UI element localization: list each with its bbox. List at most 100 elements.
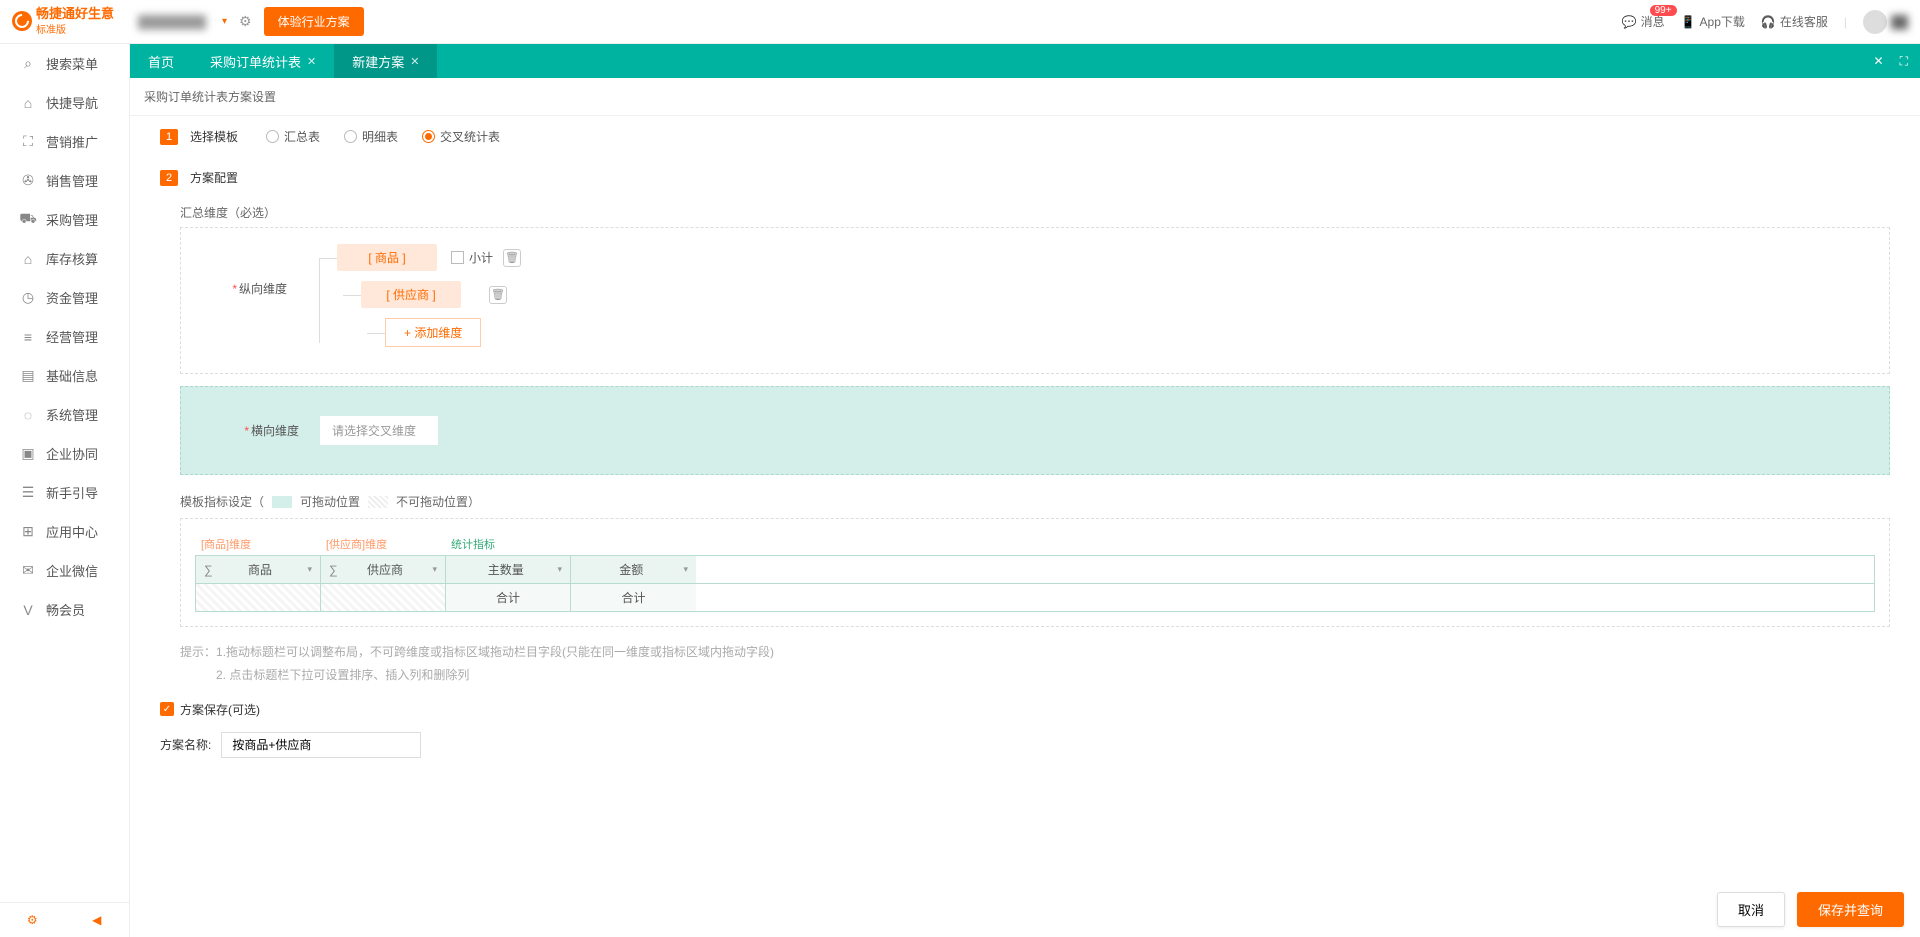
plan-name-input[interactable] bbox=[221, 732, 421, 758]
tab-close-icon[interactable]: ✕ bbox=[307, 55, 316, 68]
tpl-col-1[interactable]: ∑供应商▾ bbox=[321, 556, 446, 583]
step2-title: 方案配置 bbox=[190, 169, 238, 186]
sidebar-collapse-icon[interactable]: ◀ bbox=[65, 903, 130, 937]
chevron-down-icon[interactable]: ▾ bbox=[432, 564, 437, 575]
save-section: ✓ 方案保存(可选) 方案名称: bbox=[130, 687, 1920, 838]
step1-row: 1 选择模板 汇总表 明细表 交叉统计表 bbox=[130, 116, 1920, 157]
sidebar-item-1[interactable]: ⌂快捷导航 bbox=[0, 83, 129, 122]
tpl-col-2[interactable]: 主数量▾ bbox=[446, 556, 571, 583]
legend-nondraggable-icon bbox=[368, 496, 388, 508]
logo-text: 畅捷通好生意 bbox=[36, 7, 114, 21]
user-menu[interactable]: ██ bbox=[1863, 10, 1908, 34]
template-radio-group: 汇总表 明细表 交叉统计表 bbox=[266, 128, 500, 145]
tab-fullscreen-icon[interactable]: ⛶ bbox=[1896, 50, 1912, 73]
tab-close-all-icon[interactable]: ✕ bbox=[1870, 50, 1888, 72]
sidebar-icon: ✉ bbox=[20, 563, 36, 579]
checkbox-icon bbox=[451, 251, 464, 264]
template-indicator-label: 模板指标设定（ 可拖动位置 不可拖动位置） bbox=[180, 493, 1890, 510]
sidebar-item-4[interactable]: ⛟采购管理 bbox=[0, 200, 129, 239]
sidebar-item-11[interactable]: ☰新手引导 bbox=[0, 473, 129, 512]
sum-cell-amount: 合计 bbox=[571, 584, 696, 611]
sidebar-icon: ◷ bbox=[20, 290, 36, 306]
step1-title: 选择模板 bbox=[190, 128, 238, 145]
sidebar-item-8[interactable]: ▤基础信息 bbox=[0, 356, 129, 395]
tab-1[interactable]: 采购订单统计表✕ bbox=[192, 44, 334, 78]
tab-2[interactable]: 新建方案✕ bbox=[334, 44, 437, 78]
sidebar-item-13[interactable]: ✉企业微信 bbox=[0, 551, 129, 590]
template-radio-0[interactable]: 汇总表 bbox=[266, 128, 320, 145]
sidebar-item-0[interactable]: ⌕搜索菜单 bbox=[0, 44, 129, 83]
sidebar-item-2[interactable]: ⛶营销推广 bbox=[0, 122, 129, 161]
template-radio-2[interactable]: 交叉统计表 bbox=[422, 128, 500, 145]
sigma-icon: ∑ bbox=[204, 563, 213, 577]
online-service-link[interactable]: 🎧 在线客服 bbox=[1761, 13, 1828, 30]
logo-subtitle: 标准版 bbox=[36, 21, 114, 36]
sidebar-item-3[interactable]: ✇销售管理 bbox=[0, 161, 129, 200]
chevron-down-icon[interactable]: ▾ bbox=[307, 564, 312, 575]
template-sum-row: 合计 合计 bbox=[195, 584, 1875, 612]
sidebar-icon: ≡ bbox=[20, 329, 36, 345]
company-selector[interactable]: ████████ bbox=[130, 15, 214, 29]
sidebar-icon: ▣ bbox=[20, 446, 36, 462]
avatar-icon bbox=[1863, 10, 1887, 34]
cancel-button[interactable]: 取消 bbox=[1717, 892, 1785, 927]
delete-dim-supplier-icon[interactable]: 🗑 bbox=[489, 286, 507, 304]
tab-0[interactable]: 首页 bbox=[130, 44, 192, 78]
tpl-group-product: [商品]维度 bbox=[195, 533, 320, 555]
settings-gear-icon[interactable]: ⚙ bbox=[239, 13, 252, 30]
save-query-button[interactable]: 保存并查询 bbox=[1797, 892, 1904, 927]
step1-number: 1 bbox=[160, 129, 178, 145]
tpl-group-stat: 统计指标 bbox=[445, 533, 695, 555]
messages-link[interactable]: 💬 消息 99+ bbox=[1622, 13, 1665, 30]
save-plan-checkbox[interactable]: ✓ 方案保存(可选) bbox=[160, 701, 1890, 718]
add-dimension-button[interactable]: + 添加维度 bbox=[385, 318, 481, 347]
template-layout-area: [商品]维度 [供应商]维度 统计指标 ∑商品▾∑供应商▾主数量▾金额▾ 合计 … bbox=[180, 518, 1890, 627]
sum-cell-blank1 bbox=[196, 584, 321, 611]
tab-close-icon[interactable]: ✕ bbox=[410, 55, 419, 68]
main-content: 采购订单统计表方案设置 1 选择模板 汇总表 明细表 交叉统计表 2 方案配置 汇总… bbox=[130, 78, 1920, 937]
sidebar-item-14[interactable]: V畅会员 bbox=[0, 590, 129, 629]
template-header-row: ∑商品▾∑供应商▾主数量▾金额▾ bbox=[195, 555, 1875, 584]
chevron-down-icon[interactable]: ▾ bbox=[557, 564, 562, 575]
cross-dim-select[interactable]: 请选择交叉维度 bbox=[319, 415, 439, 446]
sidebar-icon: ▤ bbox=[20, 368, 36, 384]
logo[interactable]: 畅捷通好生意 标准版 bbox=[12, 7, 130, 36]
sidebar-item-5[interactable]: ⌂库存核算 bbox=[0, 239, 129, 278]
headset-icon: 🎧 bbox=[1761, 15, 1776, 29]
chevron-down-icon[interactable]: ▾ bbox=[683, 564, 688, 575]
plan-name-label: 方案名称: bbox=[160, 736, 211, 753]
subtotal-checkbox[interactable]: 小计 bbox=[451, 249, 493, 266]
dim-chip-supplier[interactable]: [ 供应商 ] bbox=[361, 281, 461, 308]
message-icon: 💬 bbox=[1622, 15, 1637, 29]
step2-number: 2 bbox=[160, 170, 178, 186]
phone-icon: 📱 bbox=[1681, 15, 1696, 29]
sidebar-icon: ⌂ bbox=[20, 251, 36, 267]
app-download-link[interactable]: 📱 App下载 bbox=[1681, 13, 1745, 30]
sidebar-icon: ◌ bbox=[20, 407, 36, 423]
delete-dim-product-icon[interactable]: 🗑 bbox=[503, 249, 521, 267]
sidebar-item-12[interactable]: ⊞应用中心 bbox=[0, 512, 129, 551]
tpl-col-0[interactable]: ∑商品▾ bbox=[196, 556, 321, 583]
legend-draggable-icon bbox=[272, 496, 292, 508]
sidebar-item-10[interactable]: ▣企业协同 bbox=[0, 434, 129, 473]
radio-icon bbox=[344, 130, 357, 143]
checkbox-checked-icon: ✓ bbox=[160, 702, 174, 716]
sidebar-item-6[interactable]: ◷资金管理 bbox=[0, 278, 129, 317]
message-badge: 99+ bbox=[1650, 5, 1677, 16]
sidebar-item-7[interactable]: ≡经营管理 bbox=[0, 317, 129, 356]
page-title: 采购订单统计表方案设置 bbox=[130, 78, 1920, 116]
chevron-down-icon[interactable]: ▾ bbox=[222, 16, 227, 27]
trial-plan-button[interactable]: 体验行业方案 bbox=[264, 7, 364, 36]
sidebar-icon: ⌕ bbox=[20, 56, 36, 72]
template-radio-1[interactable]: 明细表 bbox=[344, 128, 398, 145]
vertical-dim-box: *纵向维度 [ 商品 ] 小计 🗑 [ 供应商 ] 🗑 bbox=[180, 227, 1890, 374]
sidebar-item-9[interactable]: ◌系统管理 bbox=[0, 395, 129, 434]
tips-text: 提示：1.拖动标题栏可以调整布局，不可跨维度或指标区域拖动栏目字段(只能在同一维… bbox=[180, 641, 1890, 687]
tpl-col-3[interactable]: 金额▾ bbox=[571, 556, 696, 583]
dim-chip-product[interactable]: [ 商品 ] bbox=[337, 244, 437, 271]
radio-icon bbox=[422, 130, 435, 143]
sidebar-settings-icon[interactable]: ⚙ bbox=[0, 903, 65, 937]
logo-icon bbox=[12, 11, 32, 31]
tpl-group-supplier: [供应商]维度 bbox=[320, 533, 445, 555]
sidebar: ⌕搜索菜单⌂快捷导航⛶营销推广✇销售管理⛟采购管理⌂库存核算◷资金管理≡经营管理… bbox=[0, 44, 130, 937]
